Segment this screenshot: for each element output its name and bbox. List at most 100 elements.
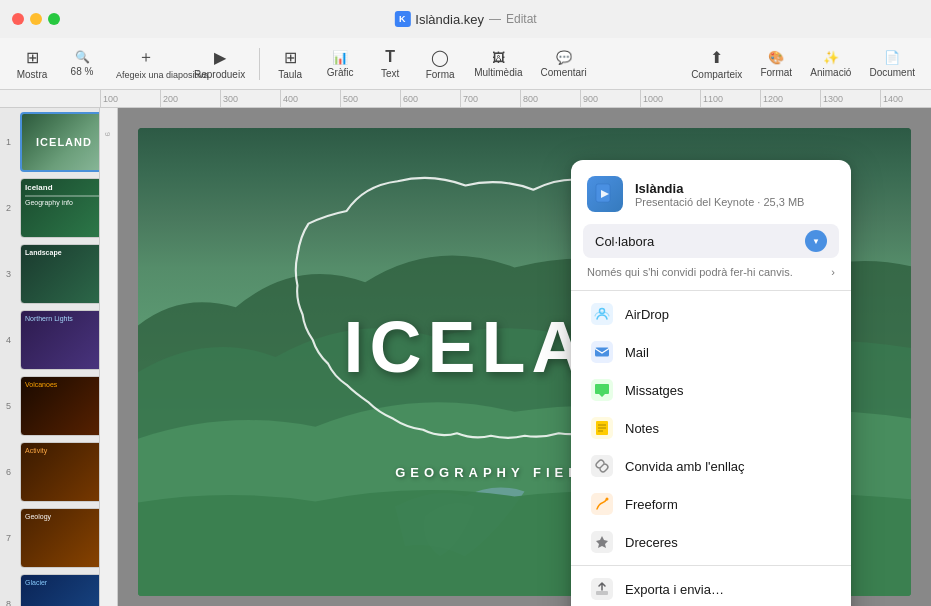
slide-thumbnail-6[interactable]: Activity xyxy=(20,442,100,502)
toolbar-forma[interactable]: ◯ Forma xyxy=(416,44,464,84)
slide-thumbnail-5[interactable]: Volcanoes xyxy=(20,376,100,436)
zoom-icon: 🔍 xyxy=(75,50,90,64)
slide-panel[interactable]: 1 ICELAND 2 Iceland Geography info 3 Lan… xyxy=(0,108,100,606)
app-icon: K xyxy=(394,11,410,27)
toolbar-text[interactable]: T Text xyxy=(366,44,414,83)
notes-icon xyxy=(591,417,613,439)
taula-icon: ⊞ xyxy=(284,48,297,67)
toolbar-comentari[interactable]: 💬 Comentari xyxy=(533,46,595,82)
document-title: Islàndia.key xyxy=(415,12,484,27)
freeform-icon xyxy=(591,493,613,515)
ruler-mark: 200 xyxy=(160,90,220,108)
multimedia-icon: 🖼 xyxy=(492,50,505,65)
ruler-mark: 400 xyxy=(280,90,340,108)
slide-thumbnail-1[interactable]: ICELAND xyxy=(20,112,100,172)
ruler-mark: 300 xyxy=(220,90,280,108)
mail-icon xyxy=(591,341,613,363)
minimize-button[interactable] xyxy=(30,13,42,25)
format-icon: 🎨 xyxy=(768,50,784,65)
popup-filename: Islàndia xyxy=(635,181,835,196)
popup-description: Només qui s'hi convidi podrà fer-hi canv… xyxy=(571,262,851,286)
svg-marker-11 xyxy=(596,536,608,548)
main-area: 1 ICELAND 2 Iceland Geography info 3 Lan… xyxy=(0,108,931,606)
toolbar-format[interactable]: 🎨 Format xyxy=(752,46,800,82)
collaborate-label: Col·labora xyxy=(595,234,654,249)
popup-filesize: Presentació del Keynote · 25,3 MB xyxy=(635,196,835,208)
slide-7-content: Geology xyxy=(21,509,100,524)
ruler-content: 100 200 300 400 500 600 700 800 900 1000… xyxy=(100,90,931,108)
titlebar-left xyxy=(12,13,60,25)
slide-8-content: Glacier xyxy=(21,575,100,590)
slide-num-1: 1 xyxy=(6,137,11,147)
fullscreen-button[interactable] xyxy=(48,13,60,25)
svg-rect-4 xyxy=(595,348,609,357)
edited-label: Editat xyxy=(506,12,537,26)
close-button[interactable] xyxy=(12,13,24,25)
toolbar-grafic[interactable]: 📊 Gràfic xyxy=(316,46,364,82)
popup-item-freeform[interactable]: Freeform xyxy=(575,485,847,523)
shortcuts-icon xyxy=(591,531,613,553)
slide-num-2: 2 xyxy=(6,203,11,213)
ruler: 100 200 300 400 500 600 700 800 900 1000… xyxy=(0,90,931,108)
airdrop-label: AirDrop xyxy=(625,307,669,322)
ruler-mark: 800 xyxy=(520,90,580,108)
text-icon: T xyxy=(385,48,395,66)
toolbar-document[interactable]: 📄 Document xyxy=(861,46,923,82)
toolbar-multimedia[interactable]: 🖼 Multimèdia xyxy=(466,46,530,82)
slide-num-6: 6 xyxy=(6,467,11,477)
mail-label: Mail xyxy=(625,345,649,360)
missatges-label: Missatges xyxy=(625,383,684,398)
ruler-mark: 1400 xyxy=(880,90,931,108)
notes-label: Notes xyxy=(625,421,659,436)
slide-num-5: 5 xyxy=(6,401,11,411)
svg-line-9 xyxy=(600,464,604,468)
convida-label: Convida amb l'enllaç xyxy=(625,459,745,474)
popup-item-dreceres[interactable]: Dreceres xyxy=(575,523,847,561)
popup-item-missatges[interactable]: Missatges xyxy=(575,371,847,409)
popup-item-notes[interactable]: Notes xyxy=(575,409,847,447)
popup-item-convida[interactable]: Convida amb l'enllaç xyxy=(575,447,847,485)
collaborate-row[interactable]: Col·labora xyxy=(583,224,839,258)
toolbar-taula[interactable]: ⊞ Taula xyxy=(266,44,314,84)
toolbar-mostra[interactable]: ⊞ Mostra xyxy=(8,44,56,84)
comparteix-icon: ⬆ xyxy=(710,48,723,67)
vertical-ruler: 0 1 2 3 4 5 6 7 8 9 xyxy=(100,108,118,606)
toolbar-separator-1 xyxy=(259,48,260,80)
toolbar-animacio[interactable]: ✨ Animació xyxy=(802,46,859,82)
slide-1-title: ICELAND xyxy=(36,136,92,148)
slide-num-3: 3 xyxy=(6,269,11,279)
ruler-mark: 600 xyxy=(400,90,460,108)
slide-5-content: Volcanoes xyxy=(21,377,100,392)
slide-thumbnail-3[interactable]: Landscape xyxy=(20,244,100,304)
slide-thumbnail-2[interactable]: Iceland Geography info xyxy=(20,178,100,238)
popup-item-exporta[interactable]: Exporta i envia… xyxy=(575,570,847,606)
popup-item-airdrop[interactable]: AirDrop xyxy=(575,295,847,333)
popup-description-arrow: › xyxy=(831,266,835,278)
canvas-area[interactable]: ICELAND GEOGRAPHY FIELD TRIP Islàndia Pr… xyxy=(118,108,931,606)
toolbar-zoom[interactable]: 🔍 68 % xyxy=(58,46,106,81)
toolbar-afegeix[interactable]: ＋ Afegeix una diapositiva xyxy=(108,43,184,85)
slide-thumbnail-4[interactable]: Northern Lights xyxy=(20,310,100,370)
titlebar: K Islàndia.key — Editat xyxy=(0,0,931,38)
popup-item-mail[interactable]: Mail xyxy=(575,333,847,371)
ruler-mark: 1200 xyxy=(760,90,820,108)
afegeix-icon: ＋ xyxy=(138,47,154,68)
ruler-mark: 1300 xyxy=(820,90,880,108)
ruler-mark: 700 xyxy=(460,90,520,108)
export-icon xyxy=(591,578,613,600)
slide-3-content: Landscape xyxy=(21,245,100,260)
toolbar-comparteix[interactable]: ⬆ Comparteix xyxy=(683,44,750,84)
forma-icon: ◯ xyxy=(431,48,449,67)
share-popup: Islàndia Presentació del Keynote · 25,3 … xyxy=(571,160,851,606)
ruler-mark: 1000 xyxy=(640,90,700,108)
edited-status: — xyxy=(489,12,501,26)
ruler-mark: 1100 xyxy=(700,90,760,108)
slide-4-content: Northern Lights xyxy=(21,311,100,326)
dreceres-label: Dreceres xyxy=(625,535,678,550)
slide-thumbnail-8[interactable]: Glacier xyxy=(20,574,100,606)
collaborate-dropdown[interactable] xyxy=(805,230,827,252)
document-icon: 📄 xyxy=(884,50,900,65)
ruler-mark: 900 xyxy=(580,90,640,108)
slide-thumbnail-7[interactable]: Geology xyxy=(20,508,100,568)
toolbar-reprodueix[interactable]: ▶ Reprodueix xyxy=(186,44,253,84)
